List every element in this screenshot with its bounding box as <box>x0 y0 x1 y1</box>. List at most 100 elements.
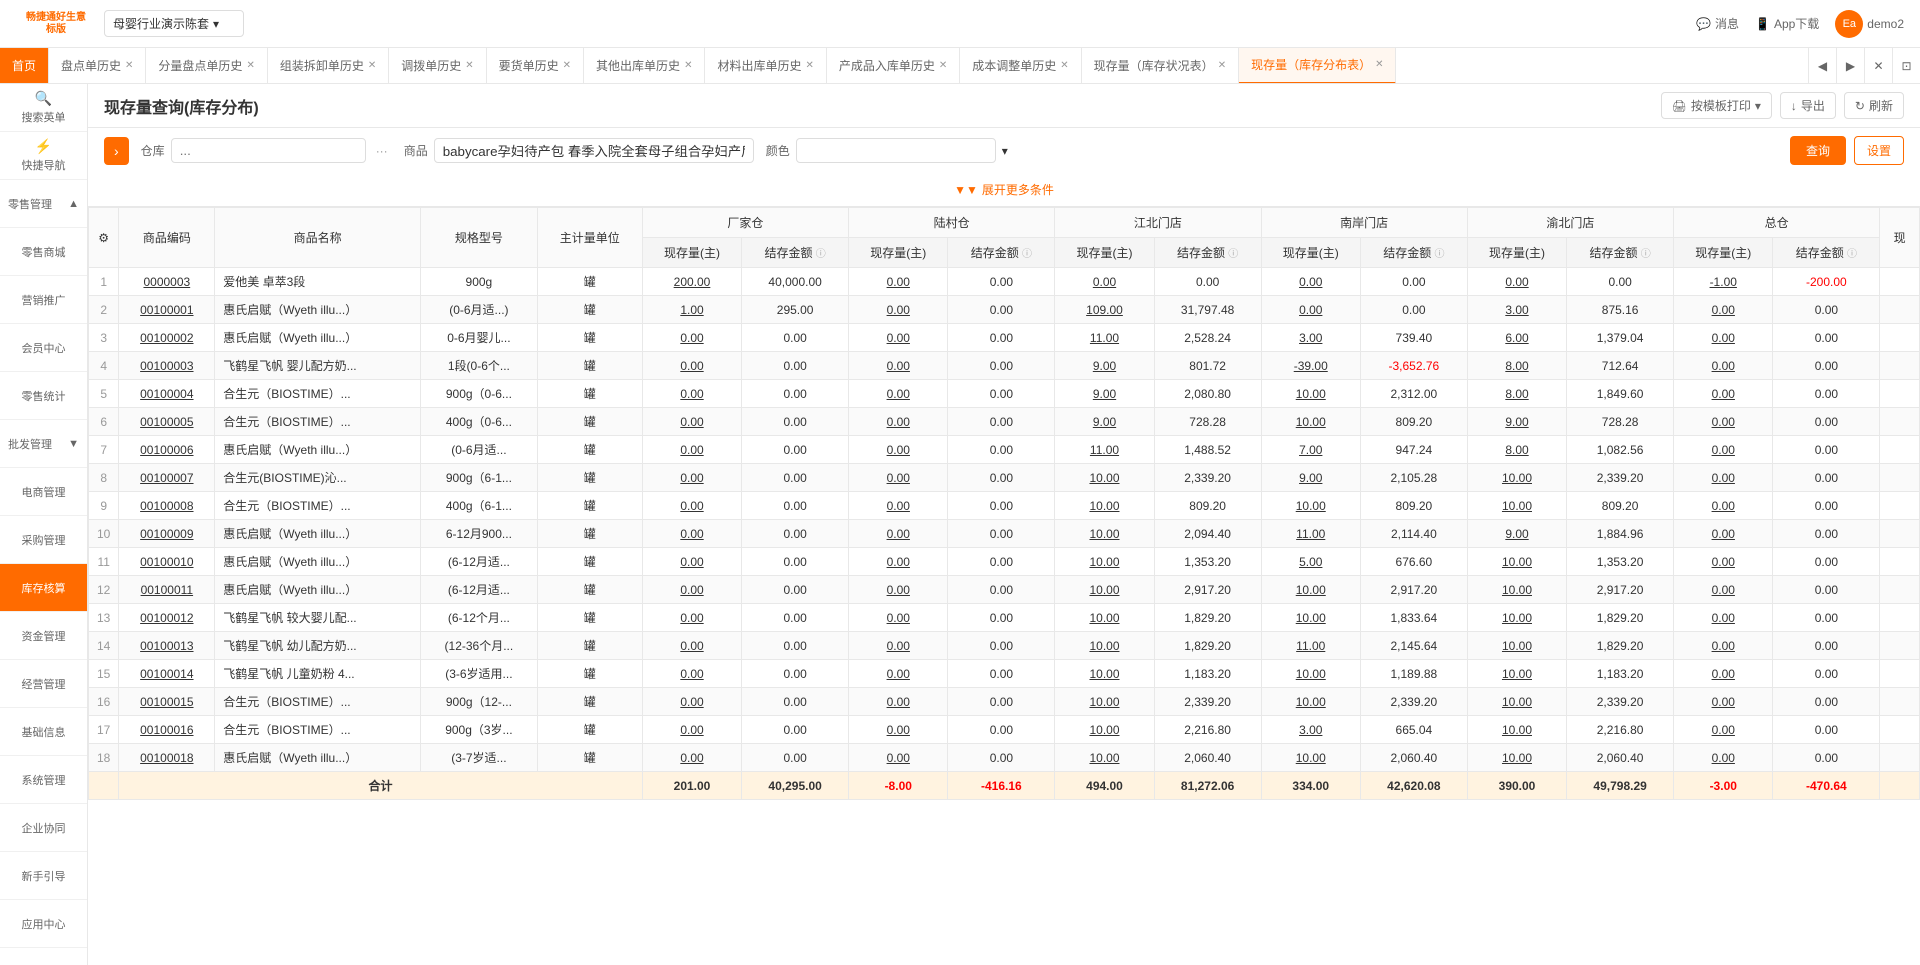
query-btn[interactable]: 查询 <box>1790 136 1846 165</box>
cell-yb-qty[interactable]: 9.00 <box>1467 408 1566 436</box>
cell-yb-qty[interactable]: 3.00 <box>1467 296 1566 324</box>
cell-l-qty[interactable]: 0.00 <box>849 576 948 604</box>
cell-f-qty[interactable]: 0.00 <box>642 520 741 548</box>
tab-transfer[interactable]: 调拨单历史 ✕ <box>389 48 486 84</box>
cell-f-qty[interactable]: 0.00 <box>642 324 741 352</box>
cell-yb-qty[interactable]: 8.00 <box>1467 352 1566 380</box>
cell-total-qty[interactable]: 0.00 <box>1674 464 1773 492</box>
close-tab-stock-dist[interactable]: ✕ <box>1375 59 1383 70</box>
cell-code[interactable]: 00100004 <box>119 380 215 408</box>
cell-l-qty[interactable]: 0.00 <box>849 324 948 352</box>
cell-yb-qty[interactable]: 8.00 <box>1467 380 1566 408</box>
cell-jb-qty[interactable]: 0.00 <box>1055 268 1154 296</box>
cell-jb-qty[interactable]: 10.00 <box>1055 492 1154 520</box>
cell-f-qty[interactable]: 0.00 <box>642 436 741 464</box>
cell-jb-qty[interactable]: 11.00 <box>1055 436 1154 464</box>
cell-yb-qty[interactable]: 10.00 <box>1467 492 1566 520</box>
cell-total-qty[interactable]: 0.00 <box>1674 492 1773 520</box>
sidebar-item-retail-store[interactable]: 零售商城 <box>0 228 87 276</box>
cell-code[interactable]: 00100003 <box>119 352 215 380</box>
cell-code[interactable]: 00100010 <box>119 548 215 576</box>
cell-na-qty[interactable]: 10.00 <box>1261 660 1360 688</box>
tab-product-in[interactable]: 产成品入库单历史 ✕ <box>827 48 960 84</box>
tab-requisition[interactable]: 要货单历史 ✕ <box>487 48 584 84</box>
cell-code[interactable]: 00100011 <box>119 576 215 604</box>
setting-btn[interactable]: 设置 <box>1854 136 1904 165</box>
cell-jb-qty[interactable]: 10.00 <box>1055 576 1154 604</box>
sidebar-item-member[interactable]: 会员中心 <box>0 324 87 372</box>
cell-total-qty[interactable]: 0.00 <box>1674 744 1773 772</box>
th-settings[interactable]: ⚙ <box>89 208 119 268</box>
cell-f-qty[interactable]: 0.00 <box>642 576 741 604</box>
cell-total-qty[interactable]: 0.00 <box>1674 716 1773 744</box>
cell-total-qty[interactable]: 0.00 <box>1674 352 1773 380</box>
cell-f-qty[interactable]: 1.00 <box>642 296 741 324</box>
cell-jb-qty[interactable]: 10.00 <box>1055 660 1154 688</box>
close-tab-material-out[interactable]: ✕ <box>805 60 813 71</box>
cell-yb-qty[interactable]: 10.00 <box>1467 604 1566 632</box>
user-menu[interactable]: Ea demo2 <box>1835 10 1904 38</box>
cell-code[interactable]: 00100012 <box>119 604 215 632</box>
cell-total-qty[interactable]: 0.00 <box>1674 324 1773 352</box>
cell-yb-qty[interactable]: 10.00 <box>1467 576 1566 604</box>
cell-total-qty[interactable]: 0.00 <box>1674 604 1773 632</box>
cell-f-qty[interactable]: 0.00 <box>642 548 741 576</box>
cell-code[interactable]: 00100005 <box>119 408 215 436</box>
cell-code[interactable]: 00100015 <box>119 688 215 716</box>
sidebar-item-guide[interactable]: 新手引导 <box>0 852 87 900</box>
sidebar-item-system[interactable]: 系统管理 <box>0 756 87 804</box>
sidebar-item-purchase[interactable]: 采购管理 <box>0 516 87 564</box>
cell-jb-qty[interactable]: 10.00 <box>1055 716 1154 744</box>
cell-f-qty[interactable]: 0.00 <box>642 632 741 660</box>
close-tab-product-in[interactable]: ✕ <box>939 60 947 71</box>
cell-na-qty[interactable]: 7.00 <box>1261 436 1360 464</box>
cell-jb-qty[interactable]: 10.00 <box>1055 688 1154 716</box>
cell-f-qty[interactable]: 0.00 <box>642 464 741 492</box>
cell-yb-qty[interactable]: 8.00 <box>1467 436 1566 464</box>
cell-na-qty[interactable]: 10.00 <box>1261 604 1360 632</box>
cell-f-qty[interactable]: 0.00 <box>642 352 741 380</box>
cell-total-qty[interactable]: 0.00 <box>1674 380 1773 408</box>
expand-conditions-btn[interactable]: ▼▼ 展开更多条件 <box>954 181 1054 198</box>
sidebar-item-app-center[interactable]: 应用中心 <box>0 900 87 948</box>
cell-l-qty[interactable]: 0.00 <box>849 660 948 688</box>
cell-f-qty[interactable]: 0.00 <box>642 492 741 520</box>
message-btn[interactable]: 💬 消息 <box>1696 15 1739 32</box>
cell-jb-qty[interactable]: 10.00 <box>1055 464 1154 492</box>
cell-code[interactable]: 00100001 <box>119 296 215 324</box>
cell-yb-qty[interactable]: 6.00 <box>1467 324 1566 352</box>
cell-total-qty[interactable]: 0.00 <box>1674 408 1773 436</box>
cell-jb-qty[interactable]: 10.00 <box>1055 744 1154 772</box>
cell-f-qty[interactable]: 0.00 <box>642 380 741 408</box>
cell-yb-qty[interactable]: 10.00 <box>1467 688 1566 716</box>
warehouse-input[interactable] <box>171 138 366 163</box>
cell-jb-qty[interactable]: 11.00 <box>1055 324 1154 352</box>
cell-f-qty[interactable]: 0.00 <box>642 688 741 716</box>
tab-prev-btn[interactable]: ◀ <box>1808 48 1836 84</box>
print-btn[interactable]: 🖨 按模板打印 ▾ <box>1661 92 1772 119</box>
cell-jb-qty[interactable]: 10.00 <box>1055 604 1154 632</box>
cell-l-qty[interactable]: 0.00 <box>849 492 948 520</box>
cell-code[interactable]: 00100018 <box>119 744 215 772</box>
cell-l-qty[interactable]: 0.00 <box>849 296 948 324</box>
na-amt-info-icon[interactable]: ⓘ <box>1435 249 1445 260</box>
cell-l-qty[interactable]: 0.00 <box>849 632 948 660</box>
cell-l-qty[interactable]: 0.00 <box>849 464 948 492</box>
cell-code[interactable]: 0000003 <box>119 268 215 296</box>
sidebar-item-corp[interactable]: 企业协同 <box>0 804 87 852</box>
cell-code[interactable]: 00100014 <box>119 660 215 688</box>
cell-f-qty[interactable]: 0.00 <box>642 604 741 632</box>
cell-na-qty[interactable]: 3.00 <box>1261 716 1360 744</box>
cell-total-qty[interactable]: 0.00 <box>1674 576 1773 604</box>
cell-jb-qty[interactable]: 9.00 <box>1055 352 1154 380</box>
cell-jb-qty[interactable]: 109.00 <box>1055 296 1154 324</box>
color-dropdown-icon[interactable]: ▾ <box>1002 144 1008 158</box>
cell-yb-qty[interactable]: 10.00 <box>1467 548 1566 576</box>
cell-l-qty[interactable]: 0.00 <box>849 548 948 576</box>
warehouse-ellipsis[interactable]: ··· <box>372 144 392 158</box>
settings-icon[interactable]: ⚙ <box>98 231 109 245</box>
cell-na-qty[interactable]: 10.00 <box>1261 408 1360 436</box>
cell-jb-qty[interactable]: 10.00 <box>1055 520 1154 548</box>
app-download-btn[interactable]: 📱 App下载 <box>1755 15 1819 32</box>
cell-l-qty[interactable]: 0.00 <box>849 688 948 716</box>
